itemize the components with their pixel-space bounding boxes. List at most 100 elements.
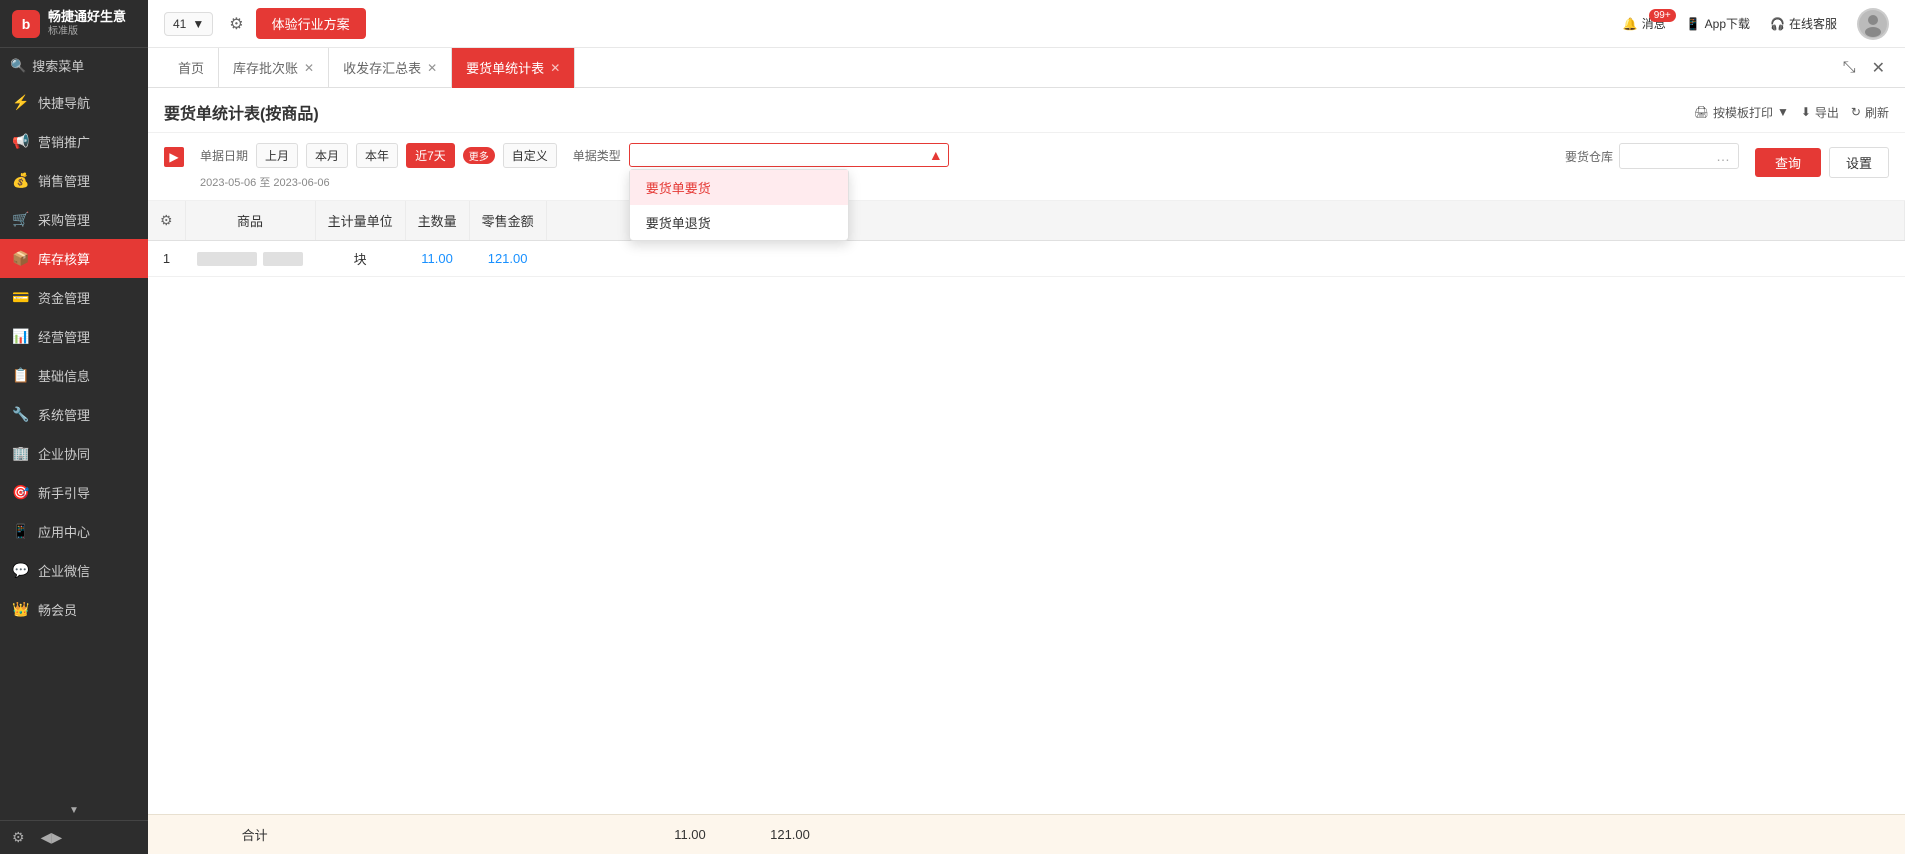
sidebar-item-wechat[interactable]: 💬 企业微信 bbox=[0, 551, 148, 590]
sidebar-item-operations[interactable]: 📊 经营管理 bbox=[0, 317, 148, 356]
filter-settings-button[interactable]: 设置 bbox=[1829, 147, 1889, 178]
query-button[interactable]: 查询 bbox=[1755, 148, 1821, 177]
tab-inventory-batch-close[interactable]: ✕ bbox=[304, 61, 314, 75]
tab-receive-summary[interactable]: 收发存汇总表 ✕ bbox=[329, 48, 452, 88]
guide-icon: 🎯 bbox=[12, 484, 30, 502]
type-filter-input[interactable] bbox=[629, 143, 949, 167]
system-icon: 🔧 bbox=[12, 406, 30, 424]
store-selector[interactable]: 41 ▼ bbox=[164, 12, 213, 36]
col-settings[interactable]: ⚙ bbox=[148, 201, 185, 241]
print-template-button[interactable]: 🖨 按模板打印 ▼ bbox=[1694, 104, 1789, 121]
sidebar-scroll-down[interactable]: ▼ bbox=[0, 800, 148, 820]
sidebar-bottom: ⚙ ◀▶ bbox=[0, 820, 148, 854]
sidebar-item-guide[interactable]: 🎯 新手引导 bbox=[0, 473, 148, 512]
sidebar-item-enterprise[interactable]: 🏢 企业协同 bbox=[0, 434, 148, 473]
sidebar-item-sales[interactable]: 💰 销售管理 bbox=[0, 161, 148, 200]
app-download-button[interactable]: 📱 App下载 bbox=[1686, 15, 1750, 32]
tab-expand-icon[interactable]: ⤡ bbox=[1839, 55, 1860, 81]
date-btn-7days[interactable]: 近7天 bbox=[406, 143, 455, 168]
purchase-icon: 🛒 bbox=[12, 211, 30, 229]
row-index: 1 bbox=[148, 241, 185, 277]
export-button[interactable]: ⬇ 导出 bbox=[1801, 104, 1839, 121]
product-name-placeholder bbox=[263, 252, 303, 266]
sidebar-search[interactable]: 🔍 搜索菜单 bbox=[0, 48, 148, 83]
sidebar-item-inventory[interactable]: 📦 库存核算 bbox=[0, 239, 148, 278]
header-gear-icon[interactable]: ⚙ bbox=[229, 14, 243, 34]
sidebar-item-quick-nav[interactable]: ⚡ 快捷导航 bbox=[0, 83, 148, 122]
date-btn-current-year[interactable]: 本年 bbox=[356, 143, 398, 168]
summary-quantity-value: 11.00 bbox=[640, 827, 740, 842]
sidebar-item-system[interactable]: 🔧 系统管理 bbox=[0, 395, 148, 434]
date-btn-up-month[interactable]: 上月 bbox=[256, 143, 298, 168]
warehouse-more-icon[interactable]: … bbox=[1716, 148, 1730, 164]
date-range-row: 2023-05-06 至 2023-06-06 bbox=[200, 174, 557, 190]
tab-receive-summary-label: 收发存汇总表 bbox=[343, 58, 421, 77]
settings-icon[interactable]: ⚙ bbox=[12, 829, 25, 846]
sidebar-item-finance[interactable]: 💳 资金管理 bbox=[0, 278, 148, 317]
page-title: 要货单统计表(按商品) bbox=[164, 100, 319, 124]
dropdown-item-order-return[interactable]: 要货单退货 bbox=[630, 205, 848, 240]
tab-close-all-icon[interactable]: ✕ bbox=[1868, 54, 1889, 82]
date-more-badge[interactable]: 更多 bbox=[463, 147, 495, 164]
sidebar-item-marketing[interactable]: 📢 营销推广 bbox=[0, 122, 148, 161]
wechat-icon: 💬 bbox=[12, 562, 30, 580]
filter-expand-button[interactable]: ▶ bbox=[164, 147, 184, 167]
chevron-down-icon: ▼ bbox=[1777, 105, 1789, 119]
mobile-icon: 📱 bbox=[1686, 17, 1701, 31]
column-settings-icon[interactable]: ⚙ bbox=[160, 212, 173, 228]
sidebar-item-label: 采购管理 bbox=[38, 210, 90, 229]
online-service-button[interactable]: 🎧 在线客服 bbox=[1770, 15, 1837, 32]
operations-icon: 📊 bbox=[12, 328, 30, 346]
sidebar-item-base-info[interactable]: 📋 基础信息 bbox=[0, 356, 148, 395]
dropdown-item-order-purchase[interactable]: 要货单要货 bbox=[630, 170, 848, 205]
tab-order-summary[interactable]: 要货单统计表 ✕ bbox=[452, 48, 575, 88]
enterprise-icon: 🏢 bbox=[12, 445, 30, 463]
refresh-button[interactable]: ↻ 刷新 bbox=[1851, 104, 1889, 121]
user-avatar[interactable] bbox=[1857, 8, 1889, 40]
product-image-placeholder bbox=[197, 252, 257, 266]
row-amount[interactable]: 121.00 bbox=[469, 241, 546, 277]
date-filter-label: 单据日期 bbox=[200, 147, 248, 164]
sidebar-item-label: 畅会员 bbox=[38, 600, 77, 619]
col-quantity: 主数量 bbox=[405, 201, 469, 241]
sidebar: b 畅捷通好生意 标准版 🔍 搜索菜单 ⚡ 快捷导航 📢 营销推广 💰 销售管理… bbox=[0, 0, 148, 854]
tab-order-summary-close[interactable]: ✕ bbox=[550, 61, 560, 75]
chevron-down-icon: ▼ bbox=[192, 17, 204, 31]
date-filter-row: 单据日期 上月 本月 本年 近7天 更多 自定义 bbox=[200, 143, 557, 168]
row-quantity[interactable]: 11.00 bbox=[405, 241, 469, 277]
row-product bbox=[185, 241, 315, 277]
sidebar-item-label: 企业微信 bbox=[38, 561, 90, 580]
date-btn-custom[interactable]: 自定义 bbox=[503, 143, 557, 168]
tabs-bar: 首页 库存批次账 ✕ 收发存汇总表 ✕ 要货单统计表 ✕ ⤡ ✕ bbox=[148, 48, 1905, 88]
warehouse-input[interactable]: … bbox=[1619, 143, 1739, 169]
type-dropdown: 要货单要货 要货单退货 bbox=[629, 169, 849, 241]
sidebar-item-vip[interactable]: 👑 畅会员 bbox=[0, 590, 148, 629]
type-filter-clear-icon[interactable]: ▲ bbox=[929, 147, 943, 163]
tab-home[interactable]: 首页 bbox=[164, 48, 219, 88]
sales-icon: 💰 bbox=[12, 172, 30, 190]
warehouse-filter-label: 要货仓库 bbox=[1565, 148, 1613, 165]
sidebar-item-app-center[interactable]: 📱 应用中心 bbox=[0, 512, 148, 551]
data-table: ⚙ 商品 主计量单位 主数量 零售金额 1 bbox=[148, 201, 1905, 277]
tab-inventory-batch[interactable]: 库存批次账 ✕ bbox=[219, 48, 329, 88]
search-icon: 🔍 bbox=[10, 58, 26, 74]
sidebar-item-label: 营销推广 bbox=[38, 132, 90, 151]
print-icon: 🖨 bbox=[1694, 105, 1709, 119]
col-amount: 零售金额 bbox=[469, 201, 546, 241]
filter-buttons: 查询 设置 bbox=[1755, 147, 1889, 178]
vip-icon: 👑 bbox=[12, 601, 30, 619]
trial-industry-button[interactable]: 体验行业方案 bbox=[256, 8, 366, 39]
sidebar-item-label: 资金管理 bbox=[38, 288, 90, 307]
date-btn-current-month[interactable]: 本月 bbox=[306, 143, 348, 168]
summary-quantity bbox=[360, 827, 640, 842]
notification-button[interactable]: 🔔 消息 99+ bbox=[1623, 15, 1666, 32]
data-table-wrapper: ⚙ 商品 主计量单位 主数量 零售金额 1 bbox=[148, 201, 1905, 814]
date-filter-section: 单据日期 上月 本月 本年 近7天 更多 自定义 2023-05-06 至 20… bbox=[200, 143, 557, 190]
tab-home-label: 首页 bbox=[178, 58, 204, 77]
headset-icon: 🎧 bbox=[1770, 17, 1785, 31]
sidebar-item-label: 销售管理 bbox=[38, 171, 90, 190]
sidebar-item-purchase[interactable]: 🛒 采购管理 bbox=[0, 200, 148, 239]
tab-receive-summary-close[interactable]: ✕ bbox=[427, 61, 437, 75]
summary-values: 11.00 121.00 bbox=[360, 827, 840, 842]
collapse-sidebar-icon[interactable]: ◀▶ bbox=[41, 829, 63, 846]
